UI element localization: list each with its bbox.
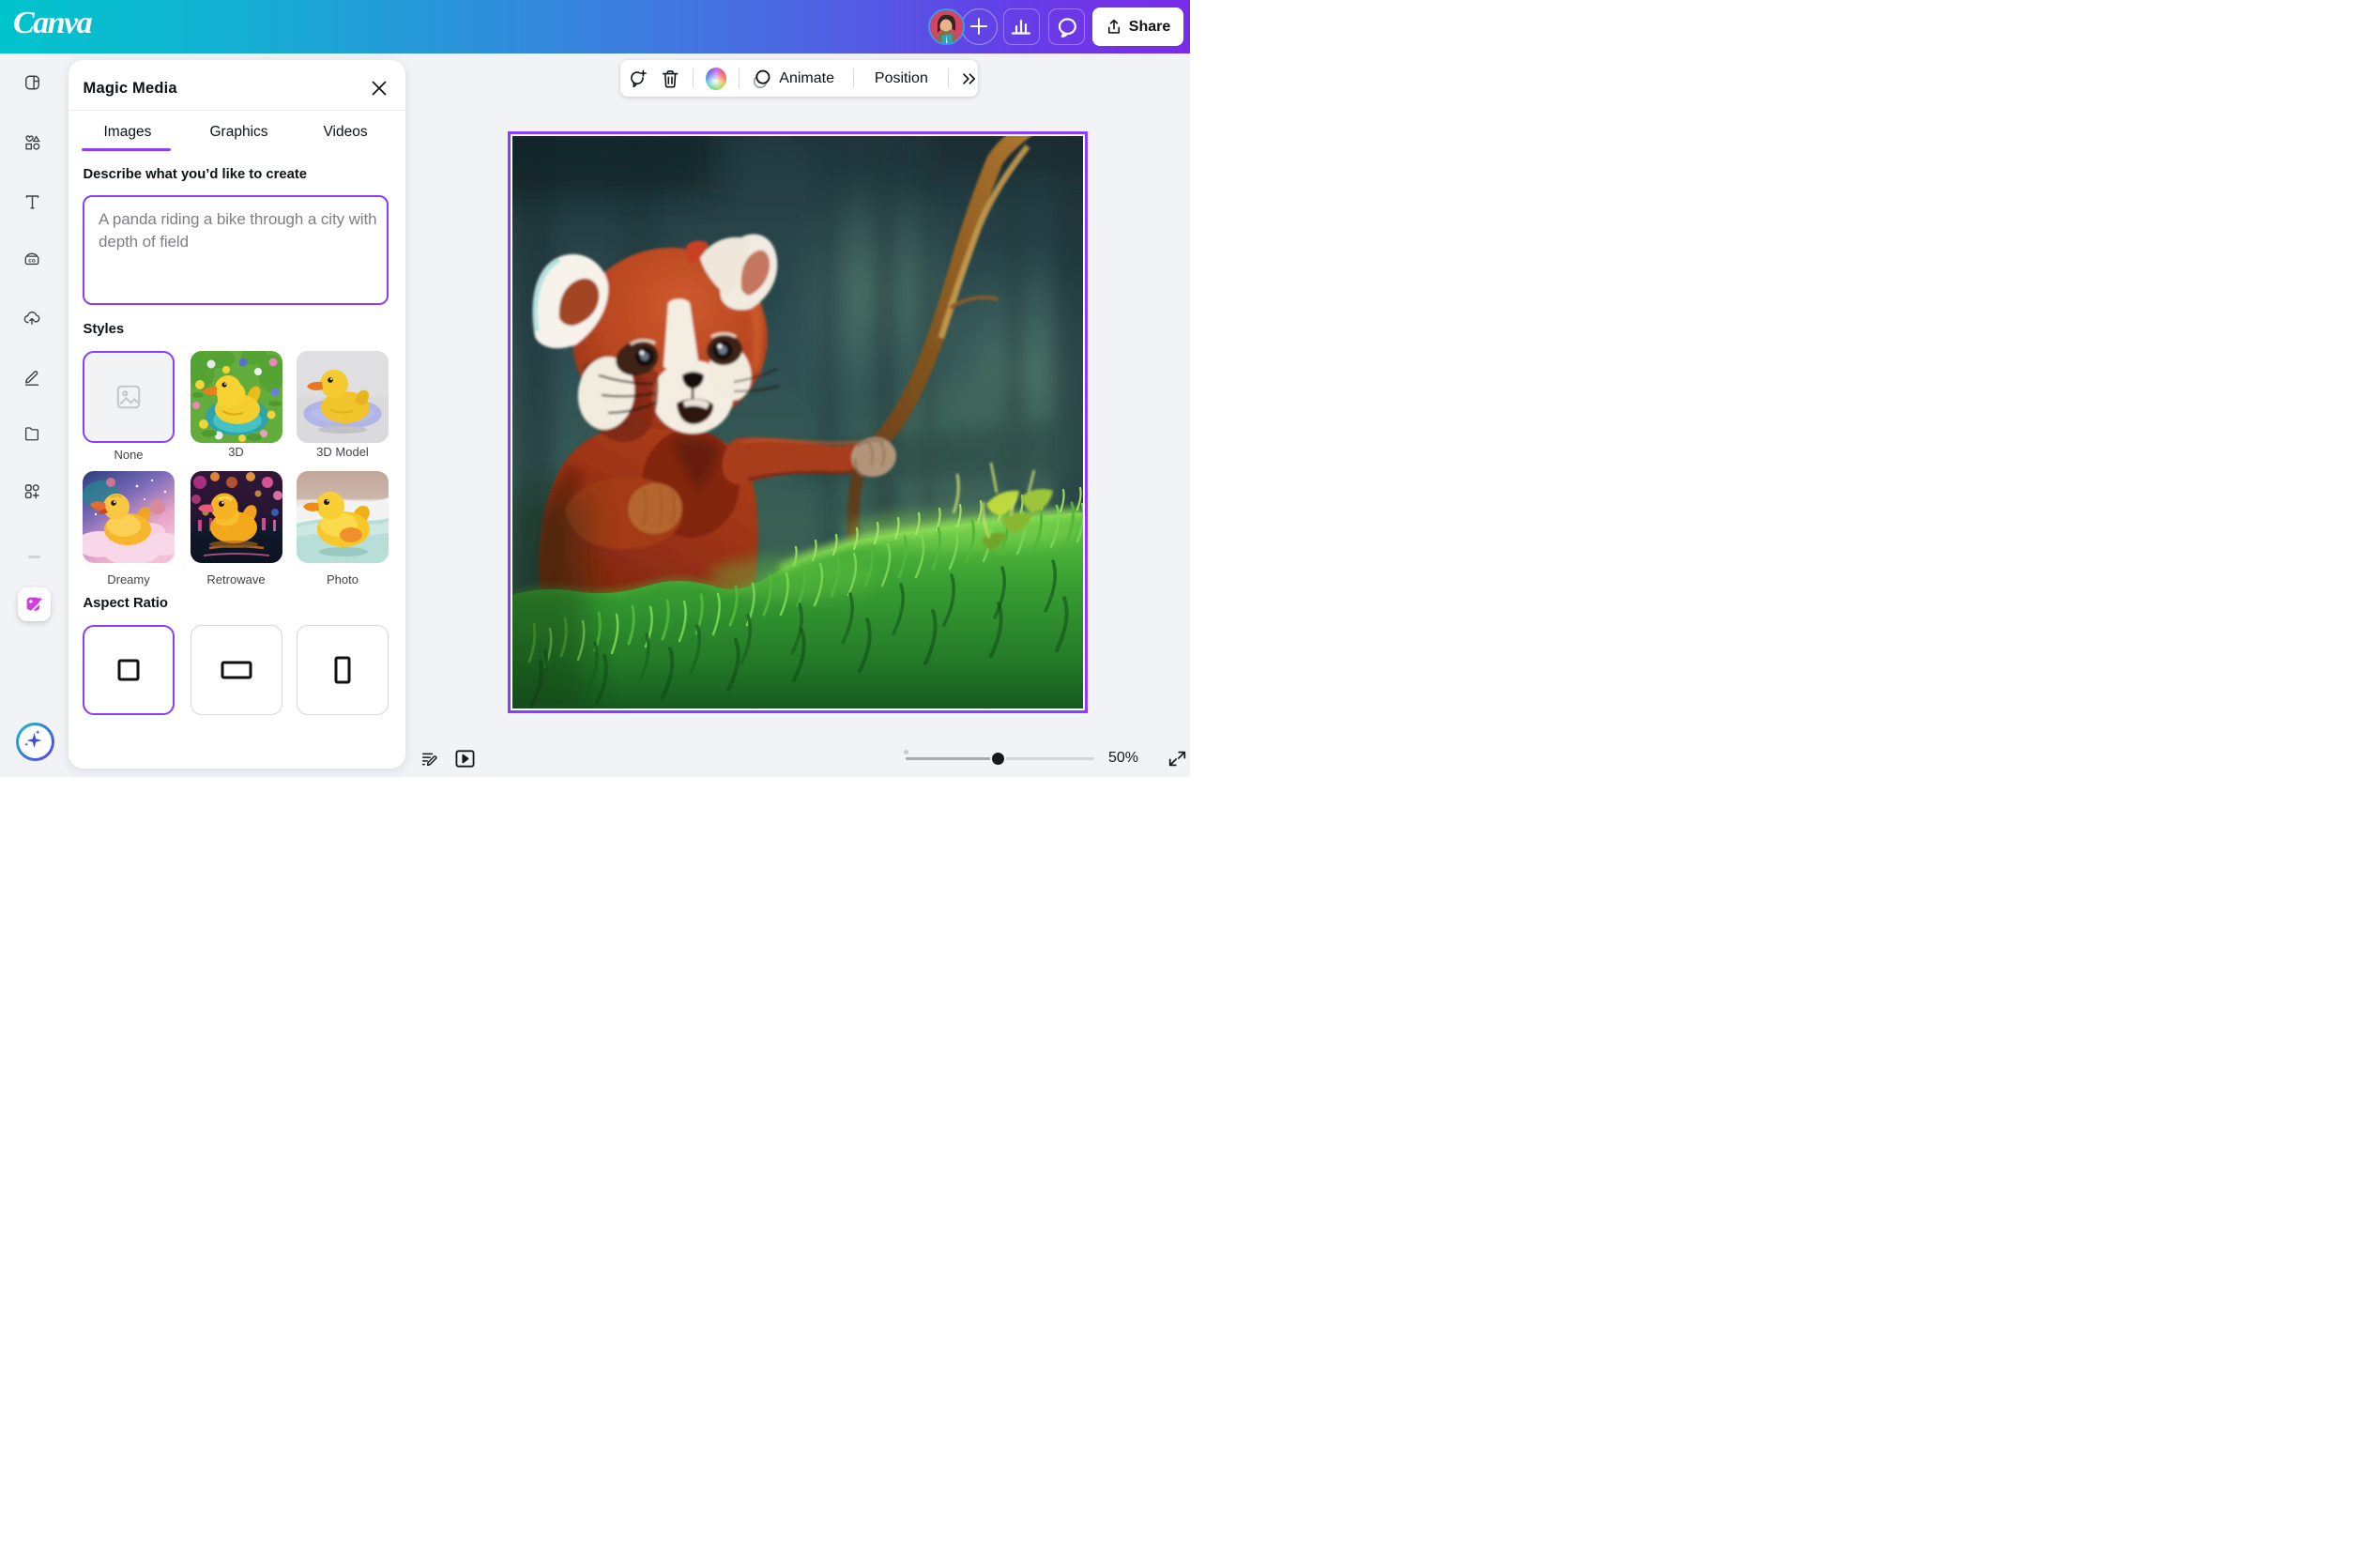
- svg-text:co: co: [28, 258, 36, 265]
